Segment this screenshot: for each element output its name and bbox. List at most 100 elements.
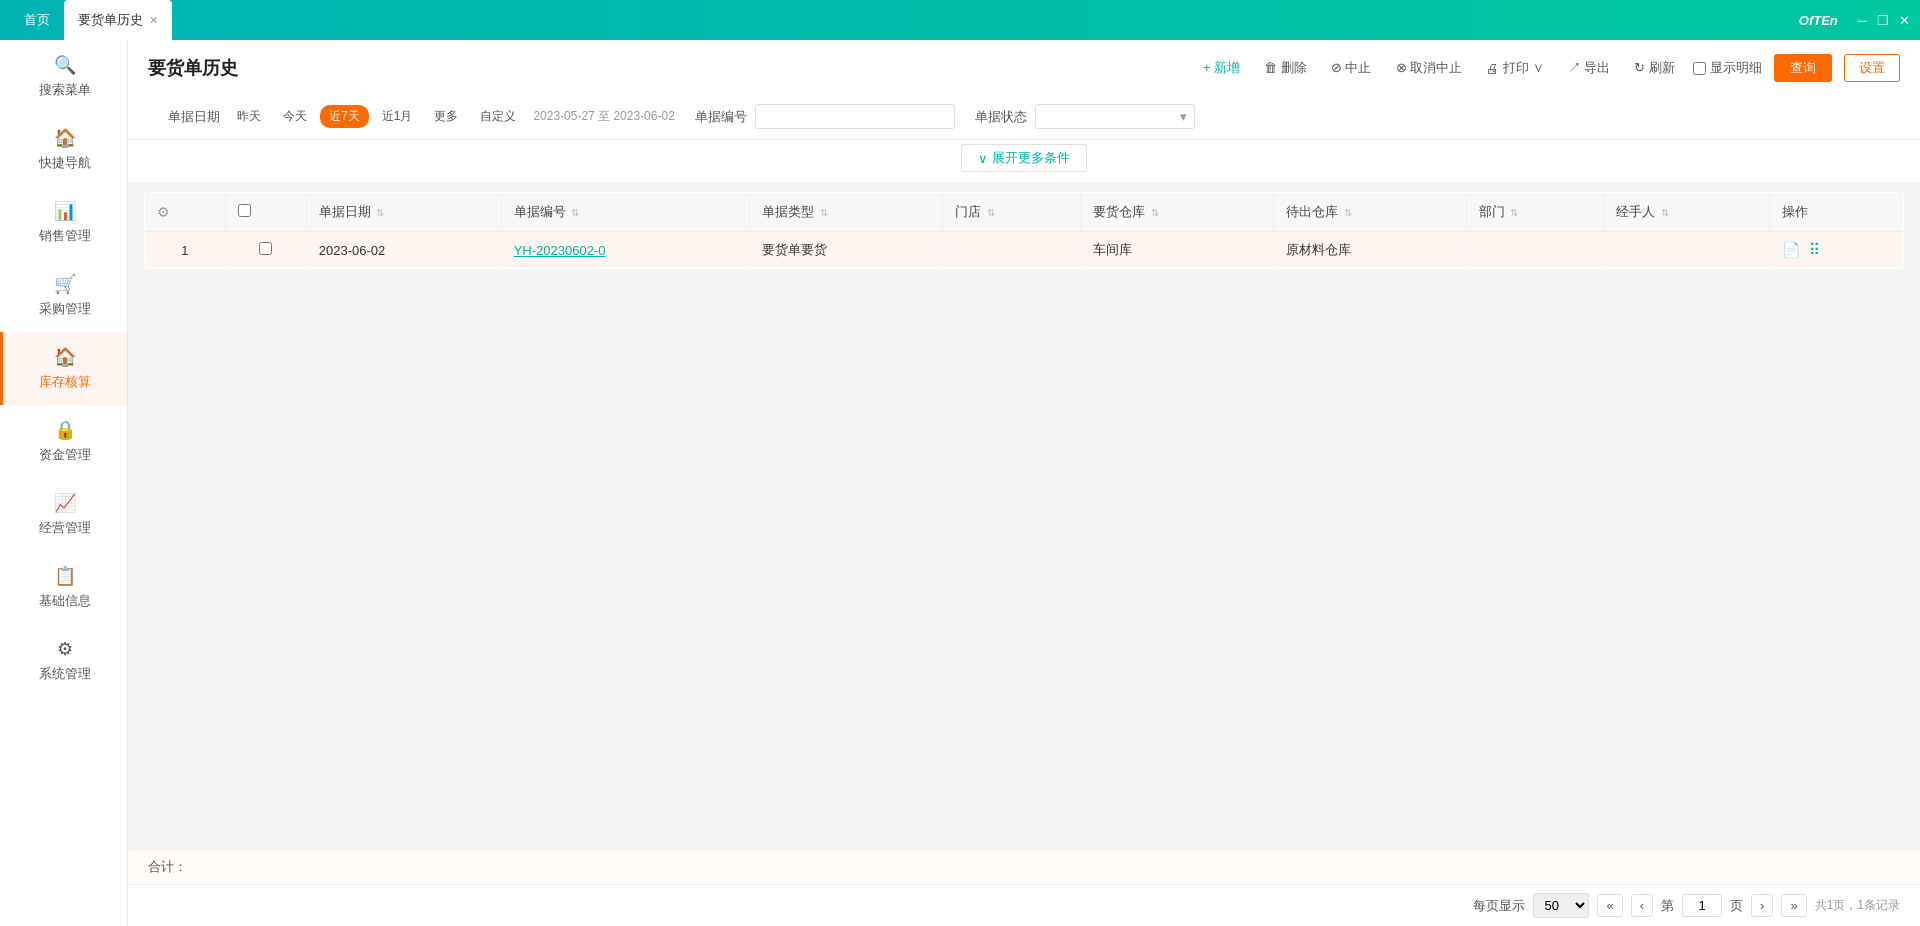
- page-number-input[interactable]: [1682, 894, 1722, 917]
- row-date: 2023-06-02: [306, 232, 501, 269]
- th-actions: 操作: [1769, 193, 1903, 232]
- table-header: ⚙ 单据日期 ⇅ 单据编号 ⇅: [145, 193, 1904, 232]
- restore-btn[interactable]: ❐: [1877, 13, 1889, 28]
- settings-button[interactable]: 设置: [1844, 54, 1900, 82]
- display-detail-input[interactable]: [1693, 62, 1706, 75]
- operations-icon: 📈: [54, 492, 76, 514]
- sort-reqwarehouse-icon[interactable]: ⇅: [1151, 207, 1159, 218]
- select-all-checkbox[interactable]: [238, 204, 251, 217]
- sidebar-item-purchase[interactable]: 🛒 采购管理: [0, 259, 127, 332]
- sidebar: 🔍 搜索菜单 🏠 快捷导航 📊 销售管理 🛒 采购管理 🏠 库存核算 🔒 资金管…: [0, 40, 128, 926]
- sidebar-item-search[interactable]: 🔍 搜索菜单: [0, 40, 127, 113]
- page-title-row: 要货单历史 + 新增 🗑 删除 ⊘ 中止 ⊗ 取消中止 🖨 🖨 打印 打印 ∨ …: [148, 54, 1900, 82]
- table-area: ⚙ 单据日期 ⇅ 单据编号 ⇅: [128, 182, 1920, 849]
- search-icon: 🔍: [54, 54, 76, 76]
- tab-yaohuodan[interactable]: 要货单历史 ✕: [64, 0, 172, 40]
- tab-close-icon[interactable]: ✕: [149, 14, 158, 27]
- sidebar-item-sales[interactable]: 📊 销售管理: [0, 186, 127, 259]
- edit-action-icon[interactable]: 📄: [1782, 241, 1801, 259]
- docno-filter-label: 单据编号: [695, 108, 747, 126]
- sidebar-item-operations-label: 经营管理: [39, 519, 91, 537]
- display-detail-checkbox[interactable]: 显示明细: [1693, 59, 1762, 77]
- th-store-label: 门店: [955, 204, 981, 219]
- row-checkbox[interactable]: [259, 242, 272, 255]
- date-btn-custom[interactable]: 自定义: [471, 105, 525, 128]
- th-date-label: 单据日期: [319, 204, 371, 219]
- sidebar-item-basic[interactable]: 📋 基础信息: [0, 551, 127, 624]
- expand-filter-button[interactable]: ∨ 展开更多条件: [961, 144, 1087, 172]
- print-button[interactable]: 🖨 🖨 打印 打印 ∨: [1480, 55, 1550, 81]
- minimize-btn[interactable]: ─: [1858, 13, 1867, 28]
- page-title: 要货单历史: [148, 56, 238, 80]
- row-docno-link[interactable]: YH-20230602-0: [514, 243, 606, 258]
- sort-docno-icon[interactable]: ⇅: [571, 207, 579, 218]
- next-page-button[interactable]: ›: [1751, 894, 1773, 917]
- print-icon: 🖨: [1486, 61, 1499, 76]
- data-table: ⚙ 单据日期 ⇅ 单据编号 ⇅: [144, 192, 1904, 269]
- cancel-stop-button[interactable]: ⊗ 取消中止: [1390, 55, 1469, 81]
- date-btn-7days[interactable]: 近7天: [320, 105, 369, 128]
- tab-home[interactable]: 首页: [10, 0, 64, 40]
- home-tab-label: 首页: [24, 11, 50, 29]
- per-page-select[interactable]: 50 20 100: [1533, 893, 1589, 918]
- date-btn-yesterday[interactable]: 昨天: [228, 105, 270, 128]
- row-checkbox-cell: [225, 232, 306, 269]
- sort-dept-icon[interactable]: ⇅: [1510, 207, 1518, 218]
- row-actions: 📄 ⠿: [1769, 232, 1903, 269]
- toolbar: + 新增 🗑 删除 ⊘ 中止 ⊗ 取消中止 🖨 🖨 打印 打印 ∨ ↗ 导出 ↻…: [1197, 54, 1900, 82]
- action-icons: 📄 ⠿: [1782, 241, 1891, 259]
- sidebar-item-quicknav-label: 快捷导航: [39, 154, 91, 172]
- docno-input[interactable]: [755, 104, 955, 129]
- add-button[interactable]: + 新增: [1197, 55, 1246, 81]
- sort-outwarehouse-icon[interactable]: ⇅: [1344, 207, 1352, 218]
- stop-button[interactable]: ⊘ 中止: [1325, 55, 1378, 81]
- th-actions-label: 操作: [1782, 204, 1808, 219]
- sales-icon: 📊: [54, 200, 76, 222]
- row-handler: [1604, 232, 1769, 269]
- last-page-button[interactable]: »: [1781, 894, 1806, 917]
- content-area: 要货单历史 + 新增 🗑 删除 ⊘ 中止 ⊗ 取消中止 🖨 🖨 打印 打印 ∨ …: [128, 40, 1920, 926]
- sort-handler-icon[interactable]: ⇅: [1661, 207, 1669, 218]
- sidebar-item-search-label: 搜索菜单: [39, 81, 91, 99]
- sort-store-icon[interactable]: ⇅: [987, 207, 995, 218]
- sidebar-item-operations[interactable]: 📈 经营管理: [0, 478, 127, 551]
- row-dept: [1466, 232, 1604, 269]
- page-unit: 页: [1730, 897, 1743, 915]
- sort-date-icon[interactable]: ⇅: [376, 207, 384, 218]
- sort-doctype-icon[interactable]: ⇅: [820, 207, 828, 218]
- delete-button[interactable]: 🗑 删除: [1258, 55, 1313, 81]
- more-action-icon[interactable]: ⠿: [1809, 241, 1820, 259]
- th-doctype-label: 单据类型: [762, 204, 814, 219]
- status-filter-label: 单据状态: [975, 108, 1027, 126]
- date-btn-more[interactable]: 更多: [425, 105, 467, 128]
- th-settings: ⚙: [145, 193, 226, 232]
- page-header: 要货单历史 + 新增 🗑 删除 ⊘ 中止 ⊗ 取消中止 🖨 🖨 打印 打印 ∨ …: [128, 40, 1920, 140]
- sidebar-item-inventory-label: 库存核算: [39, 373, 91, 391]
- per-page-label: 每页显示: [1473, 897, 1525, 915]
- th-checkbox: [225, 193, 306, 232]
- query-button[interactable]: 查询: [1774, 54, 1832, 82]
- footer-total: 合计：: [128, 849, 1920, 884]
- date-range-display: 2023-05-27 至 2023-06-02: [533, 108, 674, 125]
- date-btn-today[interactable]: 今天: [274, 105, 316, 128]
- th-doctype: 单据类型 ⇅: [750, 193, 943, 232]
- first-page-button[interactable]: «: [1597, 894, 1622, 917]
- system-icon: ⚙: [57, 638, 73, 660]
- sidebar-item-inventory[interactable]: 🏠 库存核算: [0, 332, 127, 405]
- export-button[interactable]: ↗ 导出: [1562, 55, 1617, 81]
- sidebar-item-system[interactable]: ⚙ 系统管理: [0, 624, 127, 697]
- close-btn[interactable]: ✕: [1899, 13, 1910, 28]
- status-select[interactable]: [1035, 104, 1195, 129]
- row-index: 1: [145, 232, 226, 269]
- pagination: 每页显示 50 20 100 « ‹ 第 页 › » 共1页，1条记录: [128, 884, 1920, 926]
- sidebar-item-finance-label: 资金管理: [39, 446, 91, 464]
- date-btn-1month[interactable]: 近1月: [373, 105, 422, 128]
- sidebar-item-quicknav[interactable]: 🏠 快捷导航: [0, 113, 127, 186]
- prev-page-button[interactable]: ‹: [1631, 894, 1653, 917]
- sidebar-item-finance[interactable]: 🔒 资金管理: [0, 405, 127, 478]
- filter-row: 单据日期 昨天 今天 近7天 近1月 更多 自定义 2023-05-27 至 2…: [148, 94, 1900, 139]
- column-settings-icon[interactable]: ⚙: [157, 204, 170, 220]
- th-reqwarehouse-label: 要货仓库: [1093, 204, 1145, 219]
- th-outwarehouse: 待出仓库 ⇅: [1273, 193, 1466, 232]
- refresh-button[interactable]: ↻ 刷新: [1628, 55, 1681, 81]
